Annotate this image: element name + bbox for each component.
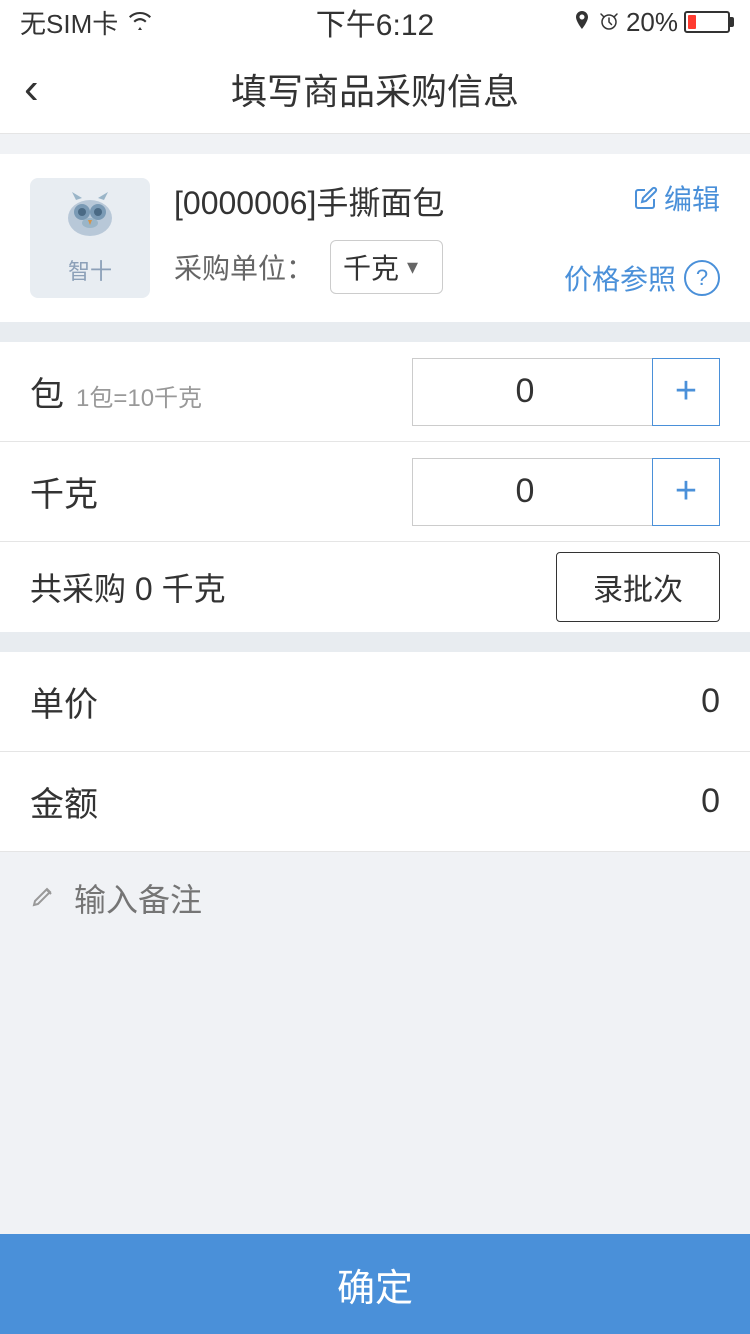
section-separator-1	[0, 322, 750, 342]
kg-label: 千克	[30, 467, 98, 516]
status-bar-right: 20%	[572, 7, 730, 38]
carrier-label: 无SIM卡	[20, 4, 118, 41]
status-bar-time: 下午6:12	[316, 0, 434, 44]
unit-select-value: 千克	[343, 247, 399, 287]
unit-price-row: 单价 0	[0, 652, 750, 752]
product-logo-owl	[60, 190, 120, 250]
amount-value: 0	[701, 782, 720, 821]
nav-bar: ‹ 填写商品采购信息	[0, 44, 750, 134]
battery-icon	[684, 11, 730, 33]
unit-label: 采购单位：	[174, 247, 314, 287]
alarm-icon	[598, 7, 620, 38]
battery-percent: 20%	[626, 7, 678, 38]
section-separator-2	[0, 632, 750, 652]
page-title: 填写商品采购信息	[231, 63, 519, 115]
product-card: 智十 [0000006]手撕面包 采购单位： 千克 ▾ 编辑 价格参照 ?	[0, 154, 750, 322]
edit-button[interactable]: 编辑	[634, 178, 720, 218]
kg-input-group: +	[412, 458, 720, 526]
status-bar: 无SIM卡 下午6:12 20%	[0, 0, 750, 44]
pack-plus-button[interactable]: +	[652, 358, 720, 426]
back-button[interactable]: ‹	[24, 64, 39, 114]
confirm-button[interactable]: 确定	[0, 1234, 750, 1334]
wifi-icon	[126, 7, 154, 38]
pack-sublabel: 1包=10千克	[76, 378, 202, 413]
pencil-icon	[30, 882, 58, 919]
pack-input[interactable]	[412, 358, 652, 426]
status-bar-left: 无SIM卡	[20, 4, 154, 41]
pack-label-group: 包 1包=10千克	[30, 367, 202, 416]
price-ref-button[interactable]: 价格参照 ?	[564, 258, 720, 298]
pack-input-group: +	[412, 358, 720, 426]
unit-price-label: 单价	[30, 677, 98, 726]
product-logo-text: 智十	[68, 254, 112, 286]
remark-row[interactable]	[0, 852, 750, 949]
total-row: 共采购 0 千克 录批次	[0, 542, 750, 632]
kg-label-group: 千克	[30, 467, 98, 516]
kg-input[interactable]	[412, 458, 652, 526]
location-icon	[572, 7, 592, 38]
pack-label: 包	[30, 367, 64, 416]
price-ref-label: 价格参照	[564, 258, 676, 298]
record-batch-button[interactable]: 录批次	[556, 552, 720, 622]
pack-input-row: 包 1包=10千克 +	[0, 342, 750, 442]
product-image: 智十	[30, 178, 150, 298]
kg-input-row: 千克 +	[0, 442, 750, 542]
total-label: 共采购 0 千克	[30, 564, 226, 610]
unit-price-value: 0	[701, 682, 720, 721]
info-circle-icon: ?	[684, 260, 720, 296]
unit-select[interactable]: 千克 ▾	[330, 240, 443, 294]
remark-input[interactable]	[74, 882, 720, 919]
edit-label: 编辑	[664, 178, 720, 218]
amount-label: 金额	[30, 777, 98, 826]
kg-plus-button[interactable]: +	[652, 458, 720, 526]
dropdown-arrow-icon: ▾	[407, 254, 418, 280]
amount-row: 金额 0	[0, 752, 750, 852]
